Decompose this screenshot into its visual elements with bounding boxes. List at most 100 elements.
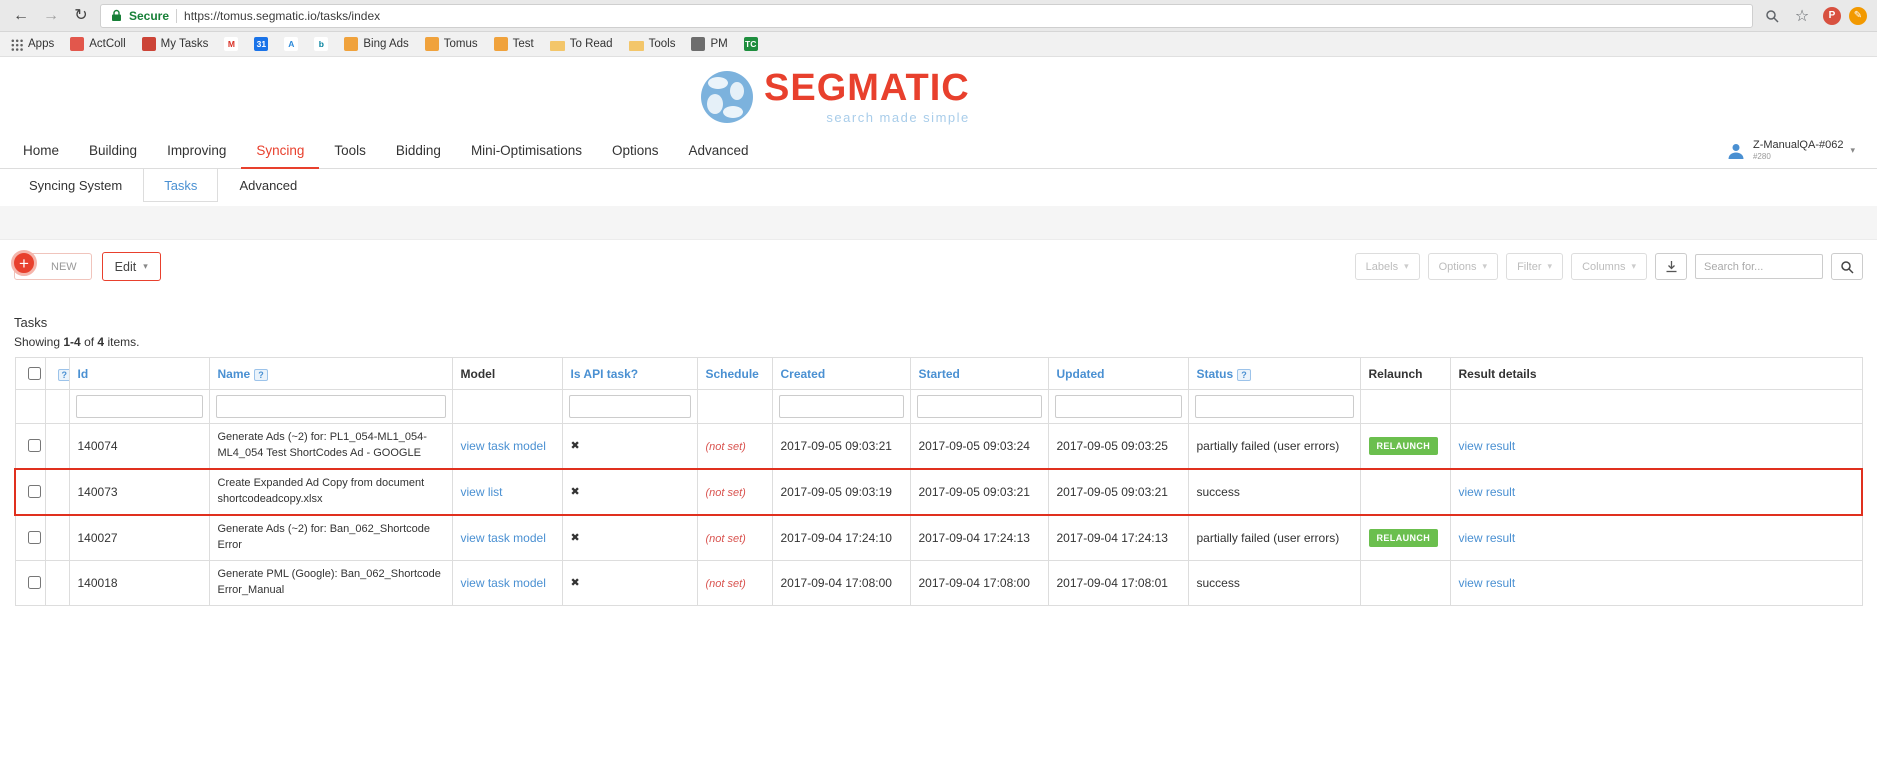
sort-link-status[interactable]: Status	[1197, 367, 1234, 381]
toolbar-dropdown-labels[interactable]: Labels ▾	[1354, 253, 1420, 280]
sub-tab-advanced[interactable]: Advanced	[218, 169, 318, 202]
zoom-icon[interactable]	[1761, 9, 1783, 23]
sort-link-schedule[interactable]: Schedule	[706, 367, 759, 381]
row-checkbox[interactable]	[27, 531, 41, 545]
main-nav-items: Home Building Improving Syncing Tools Bidding…	[8, 133, 764, 169]
column-header-model: Model	[451, 357, 563, 390]
chevron-down-icon: ▾	[1547, 261, 1553, 271]
filter-input-created[interactable]	[778, 395, 904, 418]
user-id: #280	[1752, 152, 1771, 162]
sub-tab-tasks[interactable]: Tasks	[143, 169, 219, 202]
new-button[interactable]: + NEW	[11, 250, 92, 280]
dropdown-label: Columns	[1582, 260, 1626, 273]
nav-item-improving[interactable]: Improving	[152, 133, 241, 168]
bookmark-icon	[628, 40, 644, 51]
address-bar[interactable]: Secure https://tomus.segmatic.io/tasks/i…	[100, 3, 1753, 28]
summary-total: 4	[97, 335, 105, 349]
bookmark-item-tools[interactable]: Tools	[628, 38, 675, 51]
filter-input-status[interactable]	[1194, 395, 1354, 418]
search-input[interactable]	[1695, 254, 1823, 279]
edit-button[interactable]: Edit ▾	[101, 252, 161, 281]
view-result-link[interactable]: view result	[1459, 576, 1516, 590]
row-checkbox[interactable]	[28, 485, 41, 499]
relaunch-cell: RELAUNCH	[1359, 514, 1451, 561]
relaunch-cell: RELAUNCH	[1359, 422, 1451, 470]
sort-link-started[interactable]: Started	[919, 367, 960, 381]
browser-refresh-button[interactable]: ↻	[70, 7, 92, 24]
sort-link-created[interactable]: Created	[781, 367, 826, 381]
secure-label: Secure	[129, 8, 170, 23]
bookmarks-bar: Apps ActColl My Tasks M 31 A b Bing Ads …	[0, 32, 1877, 57]
user-menu[interactable]: Z-ManualQA-#062 #280 ▾	[1726, 133, 1869, 168]
toolbar-dropdown-columns[interactable]: Columns ▾	[1571, 253, 1647, 280]
bookmark-item-tomus[interactable]: Tomus	[424, 37, 478, 51]
sub-tab-syncing-system[interactable]: Syncing System	[8, 169, 143, 202]
bookmark-icon: TC	[743, 37, 758, 51]
filter-input-name[interactable]	[215, 395, 446, 418]
export-button[interactable]	[1655, 253, 1687, 280]
relaunch-button[interactable]: RELAUNCH	[1368, 436, 1439, 455]
nav-item-building[interactable]: Building	[74, 133, 152, 168]
filter-input-is-api-task[interactable]	[568, 395, 691, 418]
api-task-cell: ✖	[561, 467, 698, 516]
view-result-link[interactable]: view result	[1459, 485, 1516, 499]
bookmark-item[interactable]: A	[284, 37, 299, 51]
bookmark-item-apps[interactable]: Apps	[10, 37, 54, 51]
sort-link-is-api-task[interactable]: Is API task?	[571, 367, 639, 381]
nav-item-bidding[interactable]: Bidding	[381, 133, 456, 168]
bookmark-item-my-tasks[interactable]: My Tasks	[141, 37, 208, 51]
schedule-cell: (not set)	[705, 440, 746, 453]
filter-input-started[interactable]	[916, 395, 1042, 418]
nav-item-syncing[interactable]: Syncing	[241, 133, 320, 169]
sort-link-name[interactable]: Name	[218, 367, 251, 381]
row-checkbox[interactable]	[27, 439, 41, 453]
bookmark-item-to-read[interactable]: To Read	[549, 38, 613, 51]
nav-item-advanced[interactable]: Advanced	[674, 133, 764, 168]
search-button[interactable]	[1831, 253, 1863, 280]
filter-input-updated[interactable]	[1054, 395, 1182, 418]
model-link[interactable]: view task model	[461, 531, 546, 545]
browser-forward-button[interactable]: →	[40, 7, 62, 24]
view-result-link[interactable]: view result	[1459, 531, 1516, 545]
bookmark-label: To Read	[569, 38, 613, 50]
column-header-name: Name?	[208, 357, 453, 390]
toolbar-dropdown-filter[interactable]: Filter ▾	[1506, 253, 1564, 280]
filter-input-id[interactable]	[75, 395, 203, 418]
bookmark-icon	[70, 37, 85, 51]
toolbar-dropdown-options[interactable]: Options ▾	[1427, 253, 1499, 280]
sub-tabs: Syncing System Tasks Advanced	[0, 169, 1877, 202]
filter-cell	[14, 389, 46, 424]
select-all-checkbox[interactable]	[27, 367, 41, 380]
sort-link-updated[interactable]: Updated	[1057, 367, 1105, 381]
nav-item-tools[interactable]: Tools	[319, 133, 381, 168]
browser-back-button[interactable]: ←	[10, 7, 32, 24]
extension-icon-2[interactable]: ✎	[1849, 6, 1867, 25]
nav-item-mini-optimisations[interactable]: Mini-Optimisations	[456, 133, 597, 168]
model-link[interactable]: view task model	[461, 439, 546, 453]
result-cell: view result	[1449, 467, 1863, 516]
nav-item-options[interactable]: Options	[597, 133, 674, 168]
nav-item-home[interactable]: Home	[8, 133, 74, 168]
bookmark-item[interactable]: M	[224, 37, 239, 51]
view-result-link[interactable]: view result	[1459, 439, 1516, 453]
task-name-cell: Generate PML (Google): Ban_062_Shortcode…	[208, 559, 453, 606]
bookmark-item-bing-ads[interactable]: Bing Ads	[344, 37, 409, 51]
model-link[interactable]: view list	[461, 485, 503, 499]
table-row: 140018 Generate PML (Google): Ban_062_Sh…	[14, 559, 1863, 606]
bookmark-item-actcoll[interactable]: ActColl	[70, 37, 126, 51]
bookmark-item-test[interactable]: Test	[493, 37, 534, 51]
bookmark-star-icon[interactable]: ☆	[1791, 6, 1813, 26]
row-checkbox[interactable]	[27, 576, 41, 590]
user-avatar-icon	[1726, 141, 1746, 161]
filter-cell	[1449, 389, 1863, 424]
bookmark-item[interactable]: b	[314, 37, 329, 51]
model-link[interactable]: view task model	[461, 576, 546, 590]
help-icon: ?	[254, 368, 268, 381]
sort-link-id[interactable]: Id	[78, 367, 89, 381]
bookmark-item-pm[interactable]: PM	[691, 37, 728, 51]
extension-icon-1[interactable]: P	[1823, 6, 1841, 25]
updated-cell: 2017-09-05 09:03:25	[1047, 422, 1189, 470]
relaunch-button[interactable]: RELAUNCH	[1368, 528, 1439, 547]
bookmark-item[interactable]: 31	[254, 37, 269, 51]
bookmark-item[interactable]: TC	[743, 37, 758, 51]
